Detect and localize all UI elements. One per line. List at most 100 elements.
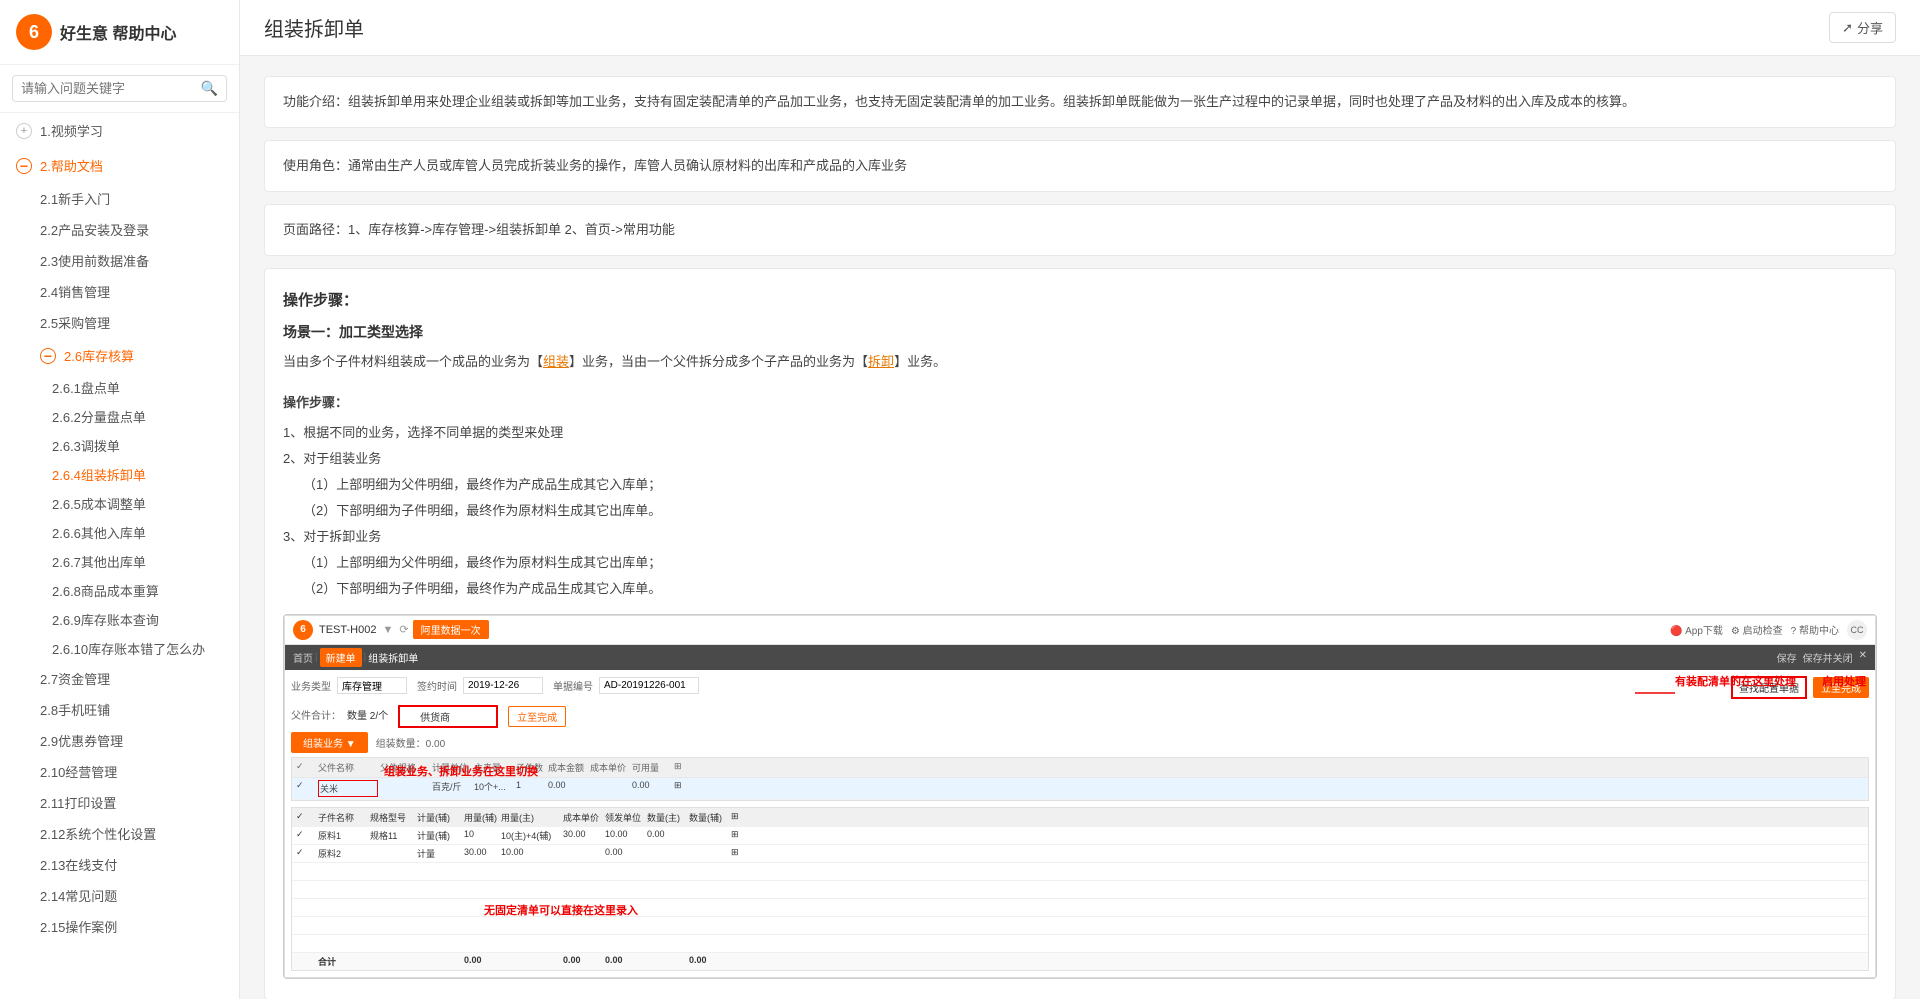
sidebar-item-docs-266[interactable]: 2.6.6其他入库单: [0, 518, 239, 547]
app-screenshot: 6 TEST-H002 ▼ ⟳ 阿里数据一次 🔴 App下载 ⚙ 启动检查 ? …: [284, 615, 1876, 978]
form-input-order[interactable]: [599, 677, 699, 694]
sidebar-item-docs-261[interactable]: 2.6.1盘点单: [0, 373, 239, 402]
collapse-icon: −: [16, 158, 32, 174]
form-row-order: 单据编号: [553, 677, 699, 694]
share-button[interactable]: ➚ 分享: [1829, 12, 1896, 43]
sidebar-item-docs-212[interactable]: 2.12系统个性化设置: [0, 818, 239, 849]
app-sync-icon: ⟳: [399, 623, 408, 636]
sidebar-item-docs-269[interactable]: 2.6.9库存账本查询: [0, 605, 239, 634]
sidebar-item-docs-29[interactable]: 2.9优惠券管理: [0, 725, 239, 756]
sidebar-item-docs-27[interactable]: 2.7资金管理: [0, 663, 239, 694]
sidebar-item-docs-210[interactable]: 2.10经营管理: [0, 756, 239, 787]
form-input-search[interactable]: 供货商: [398, 705, 498, 728]
path-block: 页面路径：1、库存核算->库存管理->组装拆卸单 2、首页->常用功能: [264, 204, 1896, 256]
intro-block: 功能介绍：组装拆卸单用来处理企业组装或拆卸等加工业务，支持有固定装配清单的产品加…: [264, 76, 1896, 128]
sidebar-item-docs-214[interactable]: 2.14常见问题: [0, 880, 239, 911]
app-nav-help: ⚙ 启动检查: [1731, 622, 1783, 637]
sub-table-header: ✓ 子件名称 规格型号 计量(辅) 用量(辅) 用量(主) 成本单价 领发单位 …: [292, 808, 1868, 827]
search-box[interactable]: 🔍: [12, 75, 227, 102]
steps-list: 操作步骤： 1、根据不同的业务，选择不同单据的类型来处理 2、对于组装业务 （1…: [283, 390, 1877, 602]
expand-icon: +: [16, 123, 32, 139]
scenario1-desc: 当由多个子件材料组装成一个成品的业务为【组装】业务，当由一个父件拆分成多个子产品…: [283, 350, 1877, 373]
logo-icon: 6: [16, 14, 52, 50]
sidebar-item-docs-22[interactable]: 2.2产品安装及登录: [0, 214, 239, 245]
sidebar-item-docs-213[interactable]: 2.13在线支付: [0, 849, 239, 880]
main-table-row: ✓ 关米 百克/斤 10个+... 1 0.00 0.00 ⊞: [292, 778, 1868, 800]
sidebar-item-video[interactable]: + 1.视频学习: [0, 113, 239, 148]
search-icon[interactable]: 🔍: [201, 80, 218, 97]
sub-row-5: [292, 899, 1868, 917]
app-btn-close-x[interactable]: ✕: [1859, 650, 1867, 665]
btn-assembly-type[interactable]: 组装业务 ▼: [291, 732, 368, 753]
search-input[interactable]: [21, 81, 201, 96]
sidebar-item-docs-26[interactable]: − 2.6库存核算: [0, 338, 239, 373]
sub-row-2: ✓ 原料2 计量 30.00 10.00 0.00 ⊞: [292, 845, 1868, 863]
app-nav-center: ? 帮助中心: [1791, 622, 1839, 637]
search-area: 🔍: [0, 65, 239, 113]
app-tab-new[interactable]: 新建单: [320, 648, 362, 667]
operations-block: 操作步骤： 场景一：加工类型选择 当由多个子件材料组装成一个成品的业务为【组装】…: [264, 268, 1896, 999]
sidebar-item-docs-262[interactable]: 2.6.2分量盘点单: [0, 402, 239, 431]
step2-2: （2）下部明细为子件明细，最终作为原材料生成其它出库单。: [283, 498, 1877, 524]
form-btn-apply[interactable]: 立至完成: [508, 706, 566, 727]
main: 组装拆卸单 ➚ 分享 功能介绍：组装拆卸单用来处理企业组装或拆卸等加工业务，支持…: [240, 0, 1920, 999]
form-row-date: 签约时间: [417, 677, 543, 694]
sidebar-item-docs-24[interactable]: 2.4销售管理: [0, 276, 239, 307]
sub-row-6: [292, 917, 1868, 935]
app-dropdown-icon: ▼: [382, 624, 393, 636]
sub-row-4: [292, 881, 1868, 899]
app-nav-tabs: 首页 | 新建单 | 组装拆卸单 保存 保存并关闭 ✕: [285, 645, 1875, 670]
scenario1-title: 场景一：加工类型选择: [283, 322, 1877, 342]
step1: 1、根据不同的业务，选择不同单据的类型来处理: [283, 420, 1877, 446]
form-btn-submit[interactable]: 立至完成: [1813, 677, 1869, 698]
nav-section: + 1.视频学习 − 2.帮助文档 2.1新手入门 2.2产品安装及登录 2.3…: [0, 113, 239, 942]
form-input-date[interactable]: [463, 677, 543, 694]
collapse-sub-icon: −: [40, 348, 56, 364]
form-row-type: 业务类型: [291, 677, 407, 694]
app-btn-save[interactable]: 保存: [1777, 650, 1797, 665]
sidebar-item-docs-264[interactable]: 2.6.4组装拆卸单: [0, 460, 239, 489]
app-logo-icon: 6: [293, 620, 313, 640]
sidebar-item-docs-263[interactable]: 2.6.3调拨单: [0, 431, 239, 460]
step3: 3、对于拆卸业务: [283, 524, 1877, 550]
sidebar-item-docs-267[interactable]: 2.6.7其他出库单: [0, 547, 239, 576]
role-block: 使用角色：通常由生产人员或库管人员完成折装业务的操作，库管人员确认原材料的出库和…: [264, 140, 1896, 192]
sidebar-item-docs-268[interactable]: 2.6.8商品成本重算: [0, 576, 239, 605]
form-row-count: 父件合计： 数量 2/个: [291, 707, 388, 722]
sub-row-7: [292, 935, 1868, 953]
sub-row-3: [292, 863, 1868, 881]
sidebar-item-docs-23[interactable]: 2.3使用前数据准备: [0, 245, 239, 276]
form-input-type[interactable]: [337, 677, 407, 694]
app-tab-assembly[interactable]: 组装拆卸单: [368, 650, 418, 665]
app-tab-home[interactable]: 首页: [293, 650, 313, 665]
sidebar-item-docs[interactable]: − 2.帮助文档: [0, 148, 239, 183]
sidebar-item-docs-211[interactable]: 2.11打印设置: [0, 787, 239, 818]
logo-text: 好生意 帮助中心: [60, 20, 176, 44]
main-table-header: ✓ 父件名称 父件规格 计量单位 主产量 子件数 成本金额 成本单价 可用量 ⊞: [292, 758, 1868, 778]
sidebar-item-docs-265[interactable]: 2.6.5成本调整单: [0, 489, 239, 518]
sidebar-item-docs-25[interactable]: 2.5采购管理: [0, 307, 239, 338]
ann-search-btn[interactable]: 查找配置单据: [1731, 676, 1807, 699]
app-new-order-btn[interactable]: 阿里数据一次: [413, 620, 489, 639]
operations-heading: 操作步骤：: [283, 289, 1877, 310]
step3-1: （1）上部明细为父件明细，最终作为原材料生成其它出库单；: [283, 550, 1877, 576]
sidebar-item-docs-215[interactable]: 2.15操作案例: [0, 911, 239, 942]
app-btn-saveclose[interactable]: 保存并关闭: [1803, 650, 1853, 665]
sidebar-item-docs-21[interactable]: 2.1新手入门: [0, 183, 239, 214]
top-bar: 组装拆卸单 ➚ 分享: [240, 0, 1920, 56]
step-label: 操作步骤：: [283, 390, 1877, 416]
sidebar-item-docs-2610[interactable]: 2.6.10库存账本错了怎么办: [0, 634, 239, 663]
link-assembly[interactable]: 组装: [543, 354, 569, 369]
sidebar-item-docs-28[interactable]: 2.8手机旺铺: [0, 694, 239, 725]
app-nav-apps: 🔴 App下载: [1670, 622, 1722, 637]
app-avatar: CC: [1847, 620, 1867, 640]
logo-area: 6 好生意 帮助中心: [0, 0, 239, 65]
app-form-area: 业务类型 签约时间 单据编号: [285, 670, 1875, 977]
content-area: 功能介绍：组装拆卸单用来处理企业组装或拆卸等加工业务，支持有固定装配清单的产品加…: [240, 56, 1920, 999]
screenshot-container: 6 TEST-H002 ▼ ⟳ 阿里数据一次 🔴 App下载 ⚙ 启动检查 ? …: [283, 614, 1877, 979]
cell-name[interactable]: 关米: [318, 780, 378, 797]
link-disassembly[interactable]: 拆卸: [868, 354, 894, 369]
sub-row-1: ✓ 原料1 规格11 计量(辅) 10 10(主)+4(辅) 30.00 10.…: [292, 827, 1868, 845]
page-title: 组装拆卸单: [264, 13, 364, 42]
sub-table-footer: 合计 0.00 0.00 0.00 0.00: [292, 953, 1868, 970]
